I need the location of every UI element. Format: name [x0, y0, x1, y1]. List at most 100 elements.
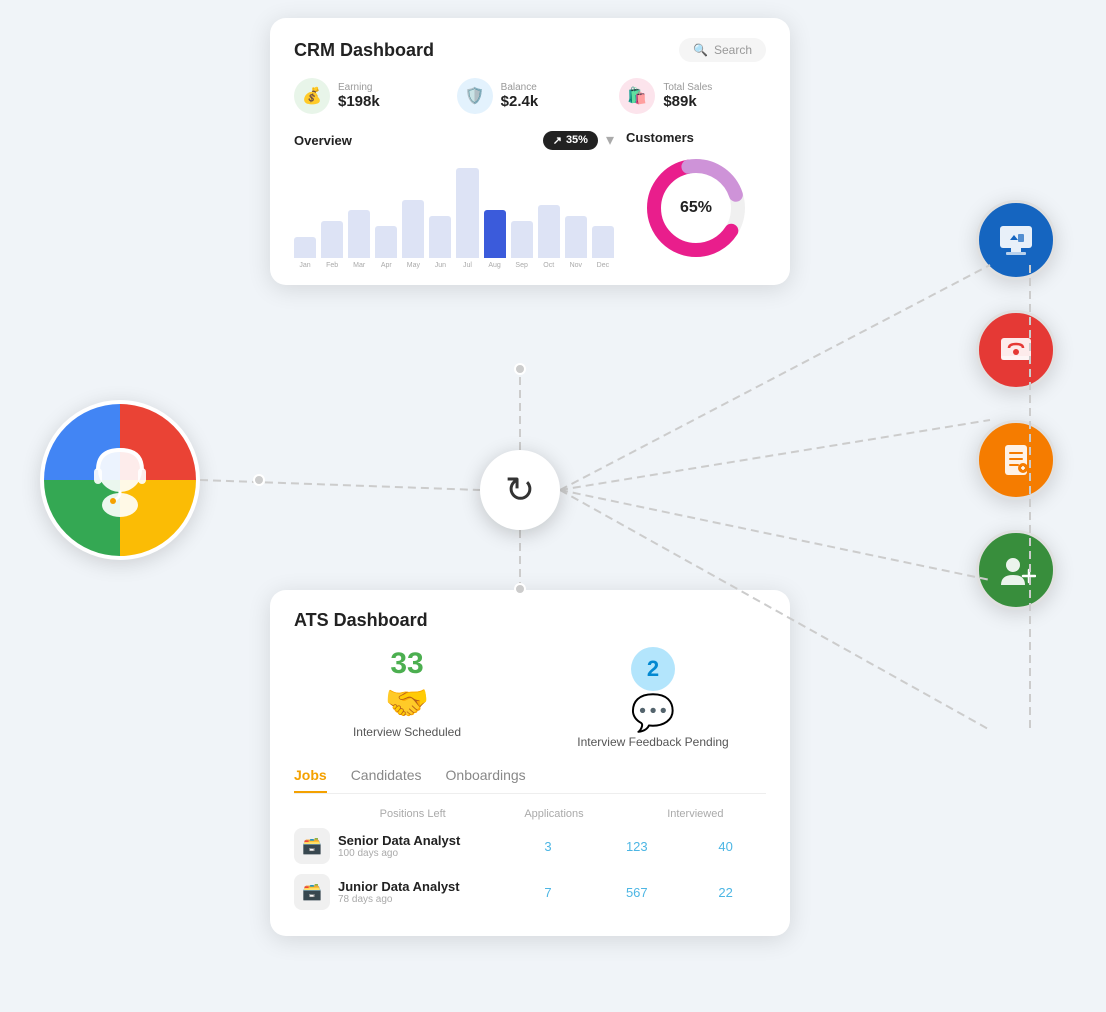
row-positions-2: 7 — [508, 885, 589, 900]
sales-label: Total Sales — [663, 82, 712, 93]
overview-label: Overview — [294, 133, 352, 148]
tab-onboardings[interactable]: Onboardings — [446, 767, 526, 793]
ats-dashboard: ATS Dashboard 33 🤝 Interview Scheduled 2… — [270, 590, 790, 936]
bar-May — [402, 200, 424, 258]
bar-label-Sep: Sep — [511, 262, 533, 269]
bar-Mar — [348, 210, 370, 258]
row-title-1: Senior Data Analyst — [338, 833, 500, 848]
bar-Jan — [294, 237, 316, 258]
balance-label: Balance — [501, 82, 539, 93]
bar-label-Mar: Mar — [348, 262, 370, 269]
sales-info: Total Sales $89k — [663, 82, 712, 111]
table-row: 🗃️ Senior Data Analyst 100 days ago 3 12… — [294, 828, 766, 864]
row-positions-1: 3 — [508, 839, 589, 854]
balance-icon: 🛡️ — [457, 78, 493, 114]
dropdown-icon[interactable]: ▾ — [606, 130, 614, 150]
tab-jobs[interactable]: Jobs — [294, 767, 327, 793]
ats-table-header: Positions Left Applications Interviewed — [294, 808, 766, 820]
th-positions: Positions Left — [342, 808, 483, 820]
bar-label-Aug: Aug — [484, 262, 506, 269]
agent-headset-icon — [75, 435, 165, 525]
overview-badge-value: 35% — [566, 134, 588, 146]
row-title-2: Junior Data Analyst — [338, 879, 500, 894]
row-icon-1: 🗃️ — [294, 828, 330, 864]
stat-earning: 💰 Earning $198k — [294, 78, 441, 114]
bar-Jul — [456, 168, 478, 258]
table-row: 🗃️ Junior Data Analyst 78 days ago 7 567… — [294, 874, 766, 910]
agent-avatar — [40, 400, 200, 560]
ats-scheduled-number: 33 — [390, 647, 423, 681]
row-applications-1: 123 — [596, 839, 677, 854]
bar-chart — [294, 158, 614, 258]
overview-header: Overview ↗ 35% ▾ — [294, 130, 614, 150]
phone-icon-circle[interactable] — [976, 310, 1056, 390]
row-info-2: Junior Data Analyst 78 days ago — [338, 879, 500, 905]
earning-value: $198k — [338, 93, 380, 110]
earning-label: Earning — [338, 82, 380, 93]
sync-button[interactable]: ↻ — [480, 450, 560, 530]
balance-info: Balance $2.4k — [501, 82, 539, 111]
donut-percentage: 65% — [680, 199, 712, 217]
ats-feedback-icon: 💬 — [631, 695, 676, 731]
row-interviewed-1: 40 — [685, 839, 766, 854]
row-info-1: Senior Data Analyst 100 days ago — [338, 833, 500, 859]
bar-Apr — [375, 226, 397, 258]
crm-header: CRM Dashboard 🔍 Search — [294, 38, 766, 62]
crm-charts-row: Overview ↗ 35% ▾ JanFebMarAprMayJunJulAu… — [294, 130, 766, 269]
crm-dashboard: CRM Dashboard 🔍 Search 💰 Earning $198k 🛡… — [270, 18, 790, 285]
stat-totalsales: 🛍️ Total Sales $89k — [619, 78, 766, 114]
overview-badge: ↗ 35% — [543, 131, 598, 150]
right-icons-panel — [976, 200, 1056, 610]
crm-title: CRM Dashboard — [294, 40, 434, 61]
bar-Nov — [565, 216, 587, 258]
sales-value: $89k — [663, 93, 696, 110]
bar-label-Jun: Jun — [429, 262, 451, 269]
ats-tabs: Jobs Candidates Onboardings — [294, 767, 766, 794]
tab-candidates[interactable]: Candidates — [351, 767, 422, 793]
bar-label-Oct: Oct — [538, 262, 560, 269]
ats-pending-number: 2 — [647, 656, 659, 682]
bar-label-Feb: Feb — [321, 262, 343, 269]
balance-value: $2.4k — [501, 93, 539, 110]
search-icon: 🔍 — [693, 43, 708, 57]
bar-Sep — [511, 221, 533, 258]
trend-up-icon: ↗ — [553, 134, 562, 147]
bar-label-Dec: Dec — [592, 262, 614, 269]
donut-chart: 65% — [641, 153, 751, 263]
bar-label-Jan: Jan — [294, 262, 316, 269]
overview-section: Overview ↗ 35% ▾ JanFebMarAprMayJunJulAu… — [294, 130, 614, 269]
ats-interview-icon: 🤝 — [385, 685, 430, 721]
customers-label: Customers — [626, 130, 694, 145]
crm-search[interactable]: 🔍 Search — [679, 38, 766, 62]
crm-stat-row: 💰 Earning $198k 🛡️ Balance $2.4k 🛍️ Tota… — [294, 78, 766, 114]
sales-icon: 🛍️ — [619, 78, 655, 114]
add-person-icon-circle[interactable] — [976, 530, 1056, 610]
row-date-1: 100 days ago — [338, 848, 500, 859]
ats-scheduled-label: Interview Scheduled — [353, 725, 461, 739]
earning-icon: 💰 — [294, 78, 330, 114]
search-placeholder: Search — [714, 43, 752, 57]
bar-label-May: May — [402, 262, 424, 269]
bar-Aug — [484, 210, 506, 258]
bar-Jun — [429, 216, 451, 258]
ats-pending-label: Interview Feedback Pending — [577, 735, 728, 749]
scene: ↻ CRM Dashboard 🔍 Search 💰 Earning $198k… — [0, 0, 1106, 1012]
sync-icon: ↻ — [505, 469, 535, 511]
bar-label-Apr: Apr — [375, 262, 397, 269]
stat-balance: 🛡️ Balance $2.4k — [457, 78, 604, 114]
monitor-icon-circle[interactable] — [976, 200, 1056, 280]
customers-section: Customers 65% — [626, 130, 766, 269]
dot-ats — [514, 583, 526, 595]
row-date-2: 78 days ago — [338, 894, 500, 905]
ats-pending-badge: 2 — [631, 647, 675, 691]
row-applications-2: 567 — [596, 885, 677, 900]
bar-Feb — [321, 221, 343, 258]
document-icon-circle[interactable] — [976, 420, 1056, 500]
bar-labels: JanFebMarAprMayJunJulAugSepOctNovDec — [294, 262, 614, 269]
dot-crm — [514, 363, 526, 375]
earning-info: Earning $198k — [338, 82, 380, 111]
ats-title: ATS Dashboard — [294, 610, 766, 631]
bar-Dec — [592, 226, 614, 258]
row-interviewed-2: 22 — [685, 885, 766, 900]
row-icon-2: 🗃️ — [294, 874, 330, 910]
